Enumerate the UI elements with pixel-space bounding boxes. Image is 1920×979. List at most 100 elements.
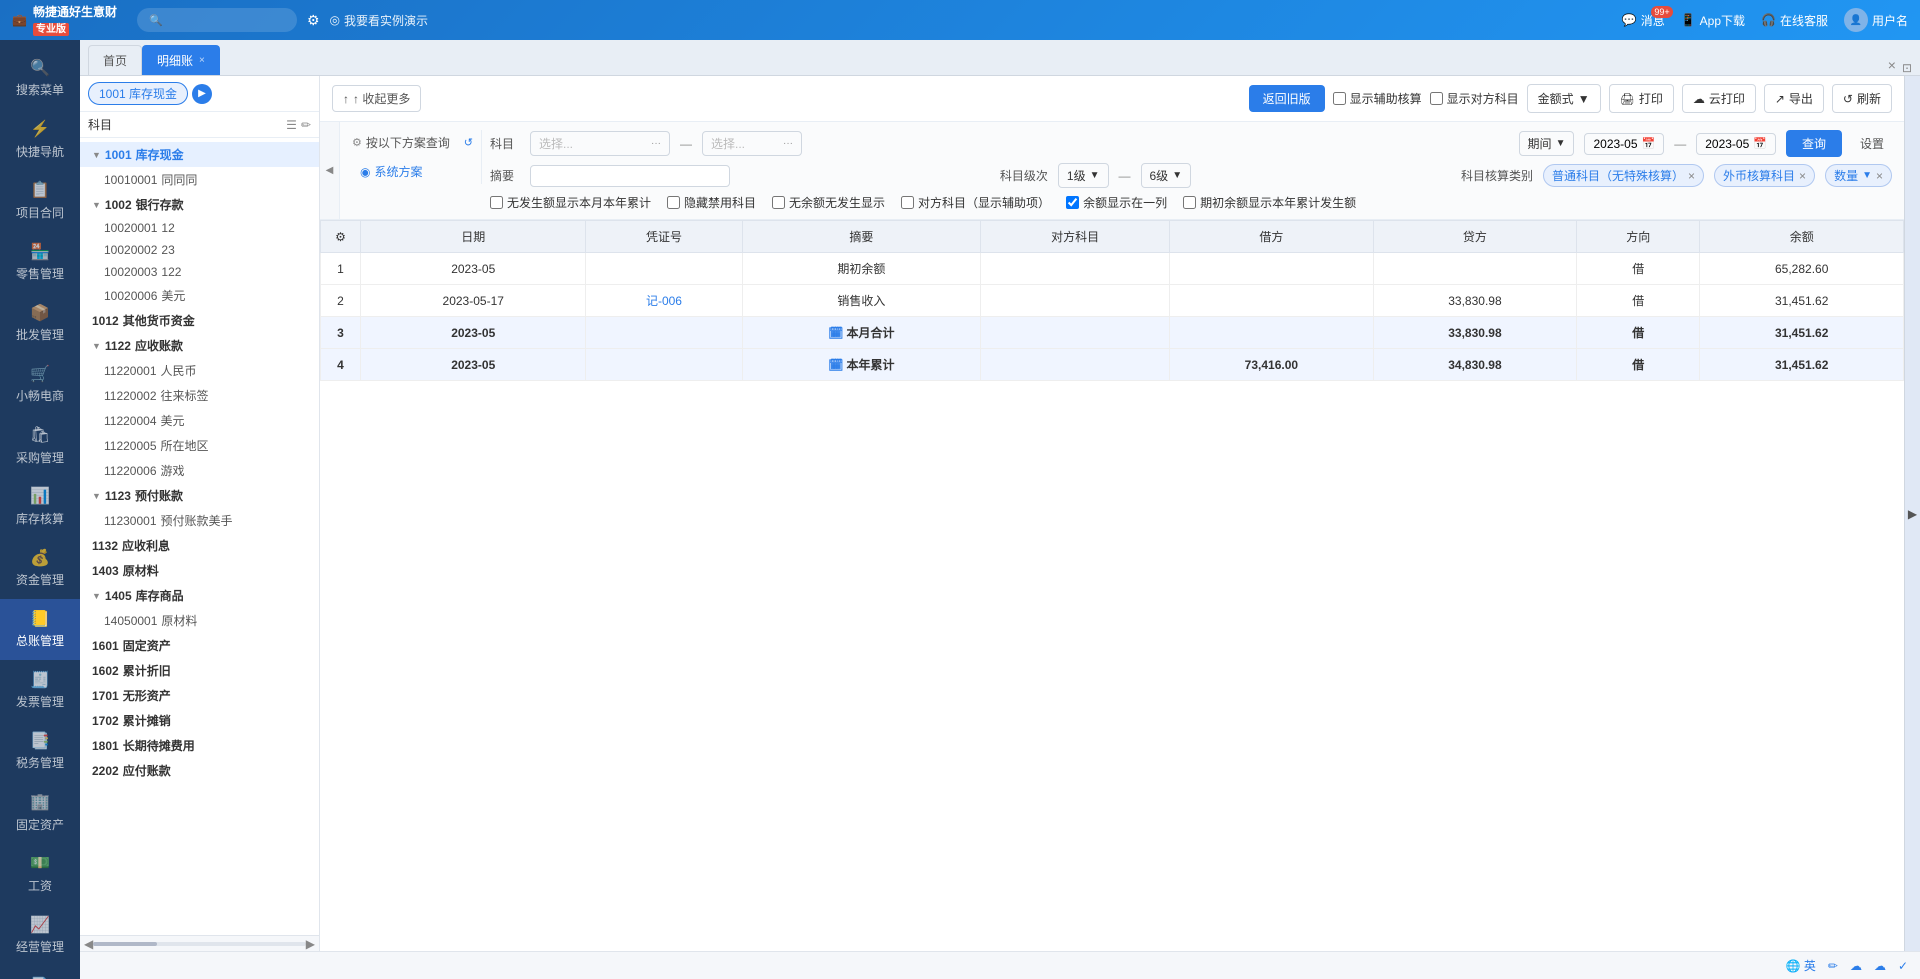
tree-scroll-right[interactable]: ▶ [306, 937, 315, 951]
level-start-select[interactable]: 1级 ▼ [1058, 163, 1109, 188]
demo-link[interactable]: ◎ 我要看实例演示 [330, 12, 429, 29]
sidebar-item-wholesale[interactable]: 📦 批发管理 [0, 293, 80, 354]
top-search-input[interactable] [167, 10, 327, 30]
tree-item-11220001[interactable]: 11220001 人民币 [80, 358, 319, 383]
tab-detail[interactable]: 明细账 × [142, 45, 220, 75]
sidebar-item-project[interactable]: 📋 项目合同 [0, 170, 80, 231]
export-btn[interactable]: ↗ 导出 [1764, 84, 1824, 113]
sidebar-item-ecommerce[interactable]: 🛒 小畅电商 [0, 354, 80, 415]
tree-item-11220002[interactable]: 11220002 往来标签 [80, 383, 319, 408]
tree-item-1701[interactable]: 1701 无形资产 [80, 683, 319, 708]
tree-item-1405[interactable]: ▼ 1405 库存商品 [80, 583, 319, 608]
show-aux-input[interactable] [1333, 92, 1346, 105]
sidebar-item-management[interactable]: 📈 经营管理 [0, 905, 80, 966]
cb-balance-col[interactable]: 余额显示在一列 [1066, 194, 1167, 211]
period-end-field[interactable]: 2023-05 📅 [1696, 133, 1776, 155]
sidebar-item-payroll[interactable]: 💵 工资 [0, 843, 80, 904]
cb-no-amount-input[interactable] [490, 196, 503, 209]
tree-item-1002[interactable]: ▼ 1002 银行存款 [80, 192, 319, 217]
tree-list-icon[interactable]: ☰ [286, 118, 297, 132]
period-start-field[interactable]: 2023-05 📅 [1584, 133, 1664, 155]
cb-hide-disabled-input[interactable] [667, 196, 680, 209]
filter-tag-normal-remove[interactable]: × [1688, 169, 1695, 183]
tree-item-1012[interactable]: 1012 其他货币资金 [80, 308, 319, 333]
cb-counter[interactable]: 对方科目（显示辅助项） [901, 194, 1050, 211]
tree-item-1702[interactable]: 1702 累计摊销 [80, 708, 319, 733]
filter-tag-normal[interactable]: 普通科目（无特殊核算） × [1543, 164, 1704, 187]
feedback-btn[interactable]: ✏ [1828, 959, 1838, 973]
window-close-btn[interactable]: × [1882, 55, 1902, 75]
cb-opening[interactable]: 期初余额显示本年累计发生额 [1183, 194, 1356, 211]
tree-item-11220006[interactable]: 11220006 游戏 [80, 458, 319, 483]
tree-item-1001[interactable]: ▼ 1001 库存现金 [80, 142, 319, 167]
service-btn[interactable]: 🎧 在线客服 [1761, 12, 1828, 29]
account-arrow-btn[interactable]: ▶ [192, 84, 212, 104]
sidebar-item-search[interactable]: 🔍 搜索菜单 [0, 48, 80, 109]
sidebar-item-inventory[interactable]: 📊 库存核算 [0, 476, 80, 537]
tree-item-1122[interactable]: ▼ 1122 应收账款 [80, 333, 319, 358]
message-btn[interactable]: 💬 消息 99+ [1622, 12, 1665, 29]
cb-opening-input[interactable] [1183, 196, 1196, 209]
filter-collapse-btn[interactable]: ◀ [320, 122, 340, 219]
refresh-small-icon[interactable]: ↺ [464, 136, 473, 149]
cb-hide-disabled[interactable]: 隐藏禁用科目 [667, 194, 756, 211]
show-aux-checkbox[interactable]: 显示辅助核算 [1333, 90, 1422, 107]
sidebar-item-tax[interactable]: 📑 税务管理 [0, 721, 80, 782]
cloud-btn[interactable]: ☁ [1850, 959, 1862, 973]
settings-btn[interactable]: 设置 [1852, 131, 1892, 156]
cb-balance-col-input[interactable] [1066, 196, 1079, 209]
col-settings[interactable]: ⚙ [321, 221, 361, 253]
right-expand-tab[interactable]: ▶ [1904, 76, 1920, 951]
filter-tag-foreign-remove[interactable]: × [1799, 169, 1806, 183]
back-btn[interactable]: 返回旧版 [1249, 85, 1325, 112]
window-expand-btn[interactable]: ⊡ [1902, 61, 1912, 75]
cb-no-amount[interactable]: 无发生额显示本月本年累计 [490, 194, 651, 211]
system-scheme-item[interactable]: ◉ 系统方案 [352, 159, 473, 184]
show-counter-checkbox[interactable]: 显示对方科目 [1430, 90, 1519, 107]
filter-tag-quantity-remove[interactable]: × [1876, 169, 1883, 183]
refresh-btn[interactable]: ↺ 刷新 [1832, 84, 1892, 113]
tab-home[interactable]: 首页 [88, 45, 142, 75]
level-end-select[interactable]: 6级 ▼ [1141, 163, 1192, 188]
lang-btn[interactable]: 🌐 英 [1786, 957, 1816, 974]
filter-tag-foreign[interactable]: 外币核算科目 × [1714, 164, 1815, 187]
tree-item-1602[interactable]: 1602 累计折旧 [80, 658, 319, 683]
period-mode-select[interactable]: 期间 ▼ [1519, 131, 1575, 156]
tree-item-11230001[interactable]: 11230001 预付账款美手 [80, 508, 319, 533]
cb-no-balance-input[interactable] [772, 196, 785, 209]
status-btn[interactable]: ✓ [1898, 959, 1908, 973]
sidebar-item-purchase[interactable]: 🛍 采购管理 [0, 415, 80, 476]
sidebar-item-capital[interactable]: 💰 资金管理 [0, 538, 80, 599]
cb-counter-input[interactable] [901, 196, 914, 209]
tab-detail-close[interactable]: × [199, 55, 205, 66]
settings-icon[interactable]: ⚙ [307, 12, 320, 29]
summary-input[interactable] [530, 165, 730, 187]
tree-item-2202[interactable]: 2202 应付账款 [80, 758, 319, 783]
counter-subject-select[interactable]: 选择... ··· [702, 131, 802, 156]
sidebar-item-expense[interactable]: 📄 小畅报销 [0, 966, 80, 979]
more-btn[interactable]: ↑ ↑ 收起更多 [332, 85, 421, 112]
voucher-link[interactable]: 记-006 [646, 294, 682, 308]
user-avatar-btn[interactable]: 👤 用户名 [1844, 8, 1908, 32]
tree-item-10020006[interactable]: 10020006 美元 [80, 283, 319, 308]
subject-select[interactable]: 选择... ··· [530, 131, 670, 156]
sidebar-item-quicknav[interactable]: ⚡ 快捷导航 [0, 109, 80, 170]
tree-item-1132[interactable]: 1132 应收利息 [80, 533, 319, 558]
print-btn[interactable]: 🖨 打印 [1609, 84, 1674, 113]
sidebar-item-retail[interactable]: 🏪 零售管理 [0, 232, 80, 293]
sidebar-item-ledger[interactable]: 📒 总账管理 [0, 599, 80, 660]
tree-item-14050001[interactable]: 14050001 原材料 [80, 608, 319, 633]
tree-item-10010001[interactable]: 10010001 同同同 [80, 167, 319, 192]
tree-item-10020003[interactable]: 10020003 122 [80, 261, 319, 283]
cloud-print-btn[interactable]: ☁ 云打印 [1682, 84, 1756, 113]
cb-no-balance[interactable]: 无余额无发生显示 [772, 194, 885, 211]
sidebar-item-assets[interactable]: 🏢 固定资产 [0, 782, 80, 843]
app-download-btn[interactable]: 📱 App下载 [1681, 12, 1745, 29]
tree-item-11220005[interactable]: 11220005 所在地区 [80, 433, 319, 458]
tree-scroll-left[interactable]: ◀ [84, 937, 93, 951]
tree-item-1801[interactable]: 1801 长期待摊费用 [80, 733, 319, 758]
filter-tag-quantity[interactable]: 数量 ▼ × [1825, 164, 1892, 187]
tree-item-1403[interactable]: 1403 原材料 [80, 558, 319, 583]
tree-item-1123[interactable]: ▼ 1123 预付账款 [80, 483, 319, 508]
tree-item-11220004[interactable]: 11220004 美元 [80, 408, 319, 433]
